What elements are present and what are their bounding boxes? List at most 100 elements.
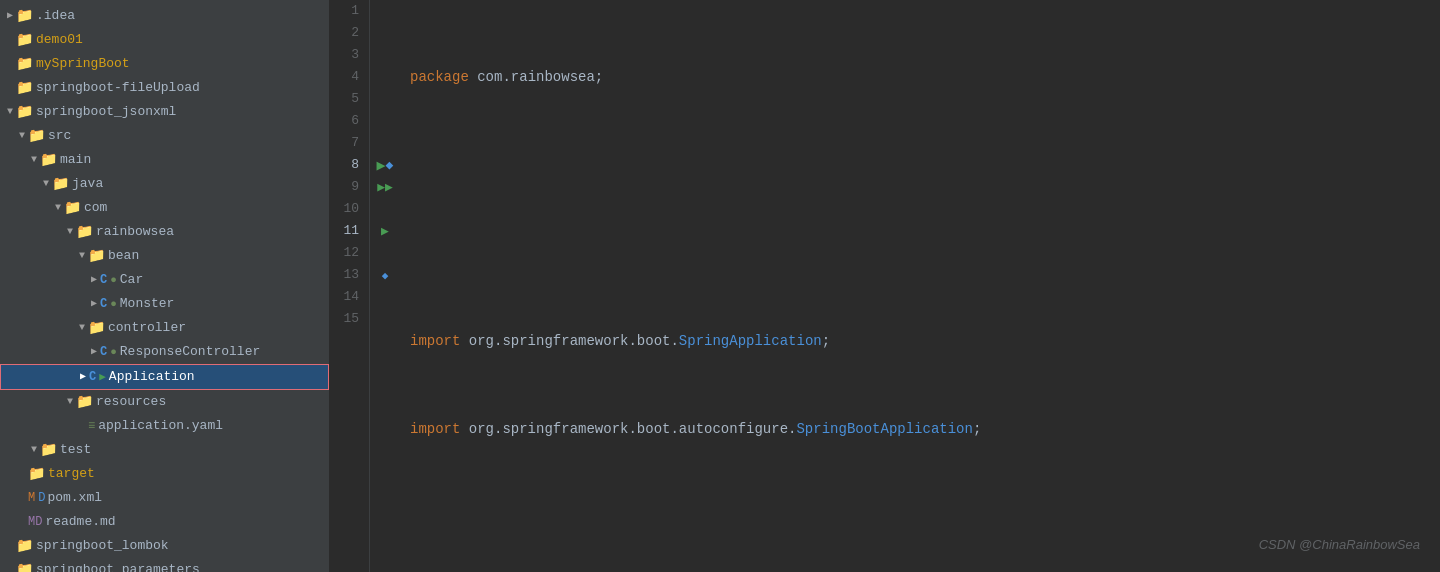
sidebar-item-springboot-fileupload[interactable]: 📁 springboot-fileUpload [0, 76, 329, 100]
sidebar-item-test[interactable]: ▼ 📁 test [0, 438, 329, 462]
arrow-monster: ▶ [88, 294, 100, 314]
sidebar-item-springboot-jsonxml[interactable]: ▼ 📁 springboot_jsonxml [0, 100, 329, 124]
gutter-1 [370, 0, 400, 22]
folder-icon-test: 📁 [40, 440, 57, 460]
sidebar-label-demo01: demo01 [36, 30, 83, 50]
line-num-7: 7 [340, 132, 359, 154]
folder-icon-fileupload: 📁 [16, 78, 33, 98]
file-tree[interactable]: ▶ 📁 .idea 📁 demo01 📁 mySpringBoot 📁 spri… [0, 0, 330, 572]
gutter-3 [370, 44, 400, 66]
gutter-7 [370, 132, 400, 154]
pom-badge: D [38, 488, 45, 508]
sidebar-label-controller: controller [108, 318, 186, 338]
line-num-6: 6 [340, 110, 359, 132]
line-numbers: 1 2 3 4 5 6 7 8 9 10 11 12 13 14 15 [330, 0, 370, 572]
sidebar-label-car: Car [120, 270, 143, 290]
gutter-10 [370, 198, 400, 220]
sidebar-item-monster[interactable]: ▶ C ● Monster [0, 292, 329, 316]
code-area[interactable]: 1 2 3 4 5 6 7 8 9 10 11 12 13 14 15 [330, 0, 1440, 572]
folder-icon-jsonxml: 📁 [16, 102, 33, 122]
code-line-2 [410, 154, 1430, 176]
sidebar-item-pom[interactable]: M D pom.xml [0, 486, 329, 510]
folder-icon-controller: 📁 [88, 318, 105, 338]
import-class-5: SpringBootApplication [796, 418, 972, 440]
sidebar-item-resources[interactable]: ▼ 📁 resources [0, 390, 329, 414]
sidebar-item-main[interactable]: ▼ 📁 main [0, 148, 329, 172]
sidebar-label-pom: pom.xml [47, 488, 102, 508]
sidebar-label-yaml: application.yaml [98, 416, 223, 436]
run-icon-line8[interactable]: ▶ [377, 156, 386, 175]
sidebar-item-responsecontroller[interactable]: ▶ C ● ResponseController [0, 340, 329, 364]
sidebar-item-demo01[interactable]: 📁 demo01 [0, 28, 329, 52]
arrow-java: ▼ [40, 174, 52, 194]
code-line-4: import org.springframework.boot.SpringAp… [410, 330, 1430, 352]
keyword-import-5: import [410, 418, 469, 440]
run-icon-line11[interactable]: ▶ [381, 223, 389, 239]
gutter-14 [370, 286, 400, 308]
sidebar-label-com: com [84, 198, 107, 218]
code-line-3 [410, 242, 1430, 264]
gutter-13: ◆ [370, 264, 400, 286]
code-line-6 [410, 506, 1430, 528]
line-num-14: 14 [340, 286, 359, 308]
sidebar-item-car[interactable]: ▶ C ● Car [0, 268, 329, 292]
md-icon: MD [28, 512, 42, 532]
arrow-controller: ▼ [76, 318, 88, 338]
gutter-11: ▶ [370, 220, 400, 242]
sidebar-label-responsecontroller: ResponseController [120, 342, 260, 362]
gutter-5 [370, 88, 400, 110]
sidebar-item-springboot-lombok[interactable]: 📁 springboot_lombok [0, 534, 329, 558]
folder-icon-target: 📁 [28, 464, 45, 484]
sidebar-label-parameters: springboot_parameters [36, 560, 200, 572]
arrow-test: ▼ [28, 440, 40, 460]
sidebar-item-myspringboot[interactable]: 📁 mySpringBoot [0, 52, 329, 76]
folder-icon-lombok: 📁 [16, 536, 33, 556]
arrow-responsecontroller: ▶ [88, 342, 100, 362]
sidebar-item-controller[interactable]: ▼ 📁 controller [0, 316, 329, 340]
folder-icon-idea: 📁 [16, 6, 33, 26]
watermark: CSDN @ChinaRainbowSea [1259, 537, 1420, 552]
sidebar-item-application[interactable]: ▶ C ▶ Application [0, 364, 329, 390]
sidebar-label-main: main [60, 150, 91, 170]
code-editor: 1 2 3 4 5 6 7 8 9 10 11 12 13 14 15 [330, 0, 1440, 572]
run-icon-line9[interactable]: ▶ [377, 179, 385, 195]
line-num-15: 15 [340, 308, 359, 330]
arrow-main: ▼ [28, 150, 40, 170]
folder-icon-rainbowsea: 📁 [76, 222, 93, 242]
sidebar-label-resources: resources [96, 392, 166, 412]
import-semi-5: ; [973, 418, 981, 440]
run-arrow-9[interactable]: ▶ [385, 179, 393, 195]
sidebar-item-idea[interactable]: ▶ 📁 .idea [0, 4, 329, 28]
sidebar-label-monster: Monster [120, 294, 175, 314]
folder-icon-bean: 📁 [88, 246, 105, 266]
subicon-car: ● [110, 270, 117, 290]
folder-icon-myspringboot: 📁 [16, 54, 33, 74]
import-class-4: SpringApplication [679, 330, 822, 352]
pom-icon: M [28, 488, 35, 508]
run-icon-application: ▶ [99, 367, 106, 387]
gutter-2 [370, 22, 400, 44]
sidebar-item-readme[interactable]: MD readme.md [0, 510, 329, 534]
class-icon-application: C [89, 367, 96, 387]
arrow-car: ▶ [88, 270, 100, 290]
code-content[interactable]: package com.rainbowsea; import org.sprin… [400, 0, 1440, 572]
line-num-10: 10 [340, 198, 359, 220]
folder-icon-java: 📁 [52, 174, 69, 194]
sidebar-label-rainbowsea: rainbowsea [96, 222, 174, 242]
sidebar-label-idea: .idea [36, 6, 75, 26]
import-path-5: org.springframework.boot.autoconfigure. [469, 418, 797, 440]
sidebar-item-bean[interactable]: ▼ 📁 bean [0, 244, 329, 268]
sidebar-item-java[interactable]: ▼ 📁 java [0, 172, 329, 196]
sidebar-item-rainbowsea[interactable]: ▼ 📁 rainbowsea [0, 220, 329, 244]
sidebar-item-springboot-parameters[interactable]: 📁 springboot_parameters [0, 558, 329, 572]
arrow-src: ▼ [16, 126, 28, 146]
class-icon-car: C [100, 270, 107, 290]
sidebar-item-src[interactable]: ▼ 📁 src [0, 124, 329, 148]
line-num-8: 8 [340, 154, 359, 176]
yaml-icon: ≡ [88, 416, 95, 436]
folder-icon-src: 📁 [28, 126, 45, 146]
sidebar-item-target[interactable]: 📁 target [0, 462, 329, 486]
code-line-5: import org.springframework.boot.autoconf… [410, 418, 1430, 440]
sidebar-item-application-yaml[interactable]: ≡ application.yaml [0, 414, 329, 438]
sidebar-item-com[interactable]: ▼ 📁 com [0, 196, 329, 220]
